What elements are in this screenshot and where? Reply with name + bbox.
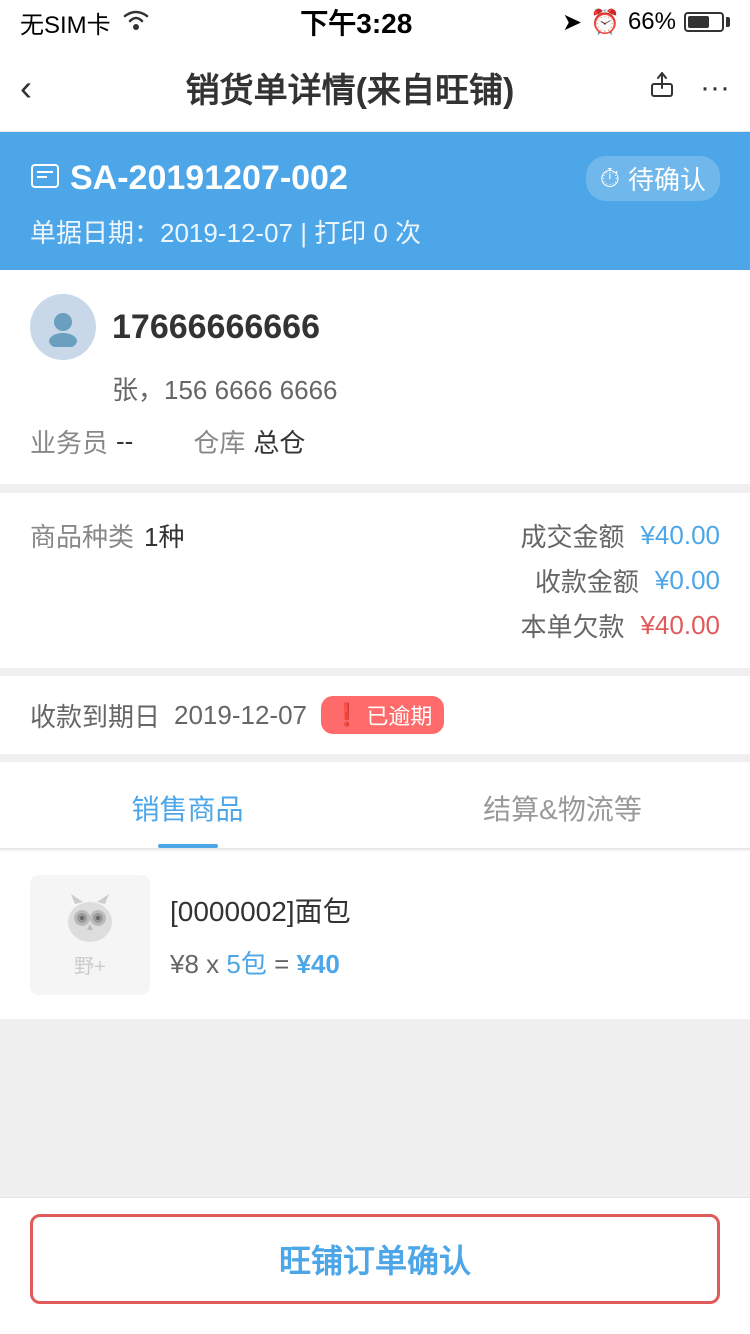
clock-icon: ⏱ <box>600 163 620 195</box>
multiply-sign: x <box>206 949 219 979</box>
tab-bar: 销售商品 结算&物流等 <box>0 762 750 849</box>
overdue-badge: ❗ 已逾期 <box>321 696 444 734</box>
avatar <box>30 294 96 360</box>
amounts-right: 成交金额 ¥40.00 收款金额 ¥0.00 本单欠款 ¥40.00 <box>520 517 720 644</box>
order-icon <box>30 159 60 198</box>
nav-bar: ‹ 销货单详情(来自旺铺) ··· <box>0 44 750 132</box>
order-card-top: SA-20191207-002 ⏱ 待确认 <box>30 156 720 201</box>
carrier-text: 无SIM卡 <box>20 5 111 40</box>
transaction-value: ¥40.00 <box>640 520 720 551</box>
due-date-section: 收款到期日 2019-12-07 ❗ 已逾期 <box>0 676 750 762</box>
warning-icon: ❗ <box>333 702 360 728</box>
status-badge: ⏱ 待确认 <box>586 156 720 201</box>
product-total: ¥40 <box>297 949 340 979</box>
warehouse-label: 仓库 <box>193 423 245 460</box>
product-price: ¥8 x 5包 = ¥40 <box>170 944 720 981</box>
customer-row: 17666666666 <box>30 294 720 360</box>
bottom-bar: 旺铺订单确认 <box>0 1197 750 1334</box>
confirm-order-button[interactable]: 旺铺订单确认 <box>30 1214 720 1304</box>
status-time: 下午3:28 <box>300 2 412 42</box>
battery-percent: 66% <box>628 8 676 36</box>
order-date: 单据日期：2019-12-07 | 打印 0 次 <box>30 213 720 250</box>
product-thumbnail: 野+ <box>30 875 150 995</box>
warehouse-value: 总仓 <box>253 423 305 460</box>
customer-name: 张，156 6666 6666 <box>112 370 720 407</box>
balance-row: 本单欠款 ¥40.00 <box>520 607 720 644</box>
tab-settlement-logistics[interactable]: 结算&物流等 <box>375 762 750 848</box>
location-icon: ➤ <box>562 8 582 37</box>
overdue-text: 已逾期 <box>366 699 432 731</box>
received-value: ¥0.00 <box>655 565 720 596</box>
product-section: 野+ [0000002]面包 ¥8 x 5包 = ¥40 <box>0 851 750 1019</box>
salesperson-value: -- <box>116 426 133 457</box>
back-button[interactable]: ‹ <box>20 67 52 109</box>
order-card: SA-20191207-002 ⏱ 待确认 单据日期：2019-12-07 | … <box>0 132 750 270</box>
product-brand-label: 野+ <box>74 950 106 979</box>
due-date-value: 2019-12-07 <box>174 700 307 731</box>
product-unit-price: ¥8 <box>170 949 199 979</box>
received-label: 收款金额 <box>535 562 639 599</box>
meta-row: 业务员 -- 仓库 总仓 <box>30 423 720 460</box>
received-row: 收款金额 ¥0.00 <box>535 562 720 599</box>
customer-phone: 17666666666 <box>112 308 320 347</box>
battery-icon <box>684 12 730 32</box>
product-types: 商品种类 1种 <box>30 517 184 554</box>
product-thumb-owl: 野+ <box>55 892 125 979</box>
salesperson-label: 业务员 <box>30 423 108 460</box>
product-types-label: 商品种类 <box>30 517 134 554</box>
status-right: ➤ ⏰ 66% <box>562 8 730 37</box>
product-name: [0000002]面包 <box>170 890 720 930</box>
salesperson-meta: 业务员 -- <box>30 423 133 460</box>
tab-sales-products[interactable]: 销售商品 <box>0 762 375 848</box>
wifi-icon <box>121 8 151 37</box>
nav-right-actions: ··· <box>648 70 730 106</box>
warehouse-meta: 仓库 总仓 <box>193 423 305 460</box>
transaction-label: 成交金额 <box>520 517 624 554</box>
product-types-value: 1种 <box>144 517 184 554</box>
product-item: 野+ [0000002]面包 ¥8 x 5包 = ¥40 <box>30 875 720 995</box>
more-icon[interactable]: ··· <box>700 71 730 105</box>
due-date-label: 收款到期日 <box>30 697 160 734</box>
balance-value: ¥40.00 <box>640 610 720 641</box>
equals-sign: = <box>274 949 289 979</box>
status-left: 无SIM卡 <box>20 5 151 40</box>
balance-label: 本单欠款 <box>520 607 624 644</box>
page-title: 销货单详情(来自旺铺) <box>52 63 648 112</box>
product-info: [0000002]面包 ¥8 x 5包 = ¥40 <box>170 890 720 981</box>
product-qty: 5包 <box>226 949 266 979</box>
amount-section: 商品种类 1种 成交金额 ¥40.00 收款金额 ¥0.00 本单欠款 ¥40.… <box>0 485 750 676</box>
share-icon[interactable] <box>648 70 676 106</box>
customer-section: 17666666666 张，156 6666 6666 业务员 -- 仓库 总仓 <box>0 270 750 485</box>
status-bar: 无SIM卡 下午3:28 ➤ ⏰ 66% <box>0 0 750 44</box>
order-id: SA-20191207-002 <box>30 159 348 198</box>
transaction-row: 成交金额 ¥40.00 <box>520 517 720 554</box>
alarm-icon: ⏰ <box>590 8 620 37</box>
